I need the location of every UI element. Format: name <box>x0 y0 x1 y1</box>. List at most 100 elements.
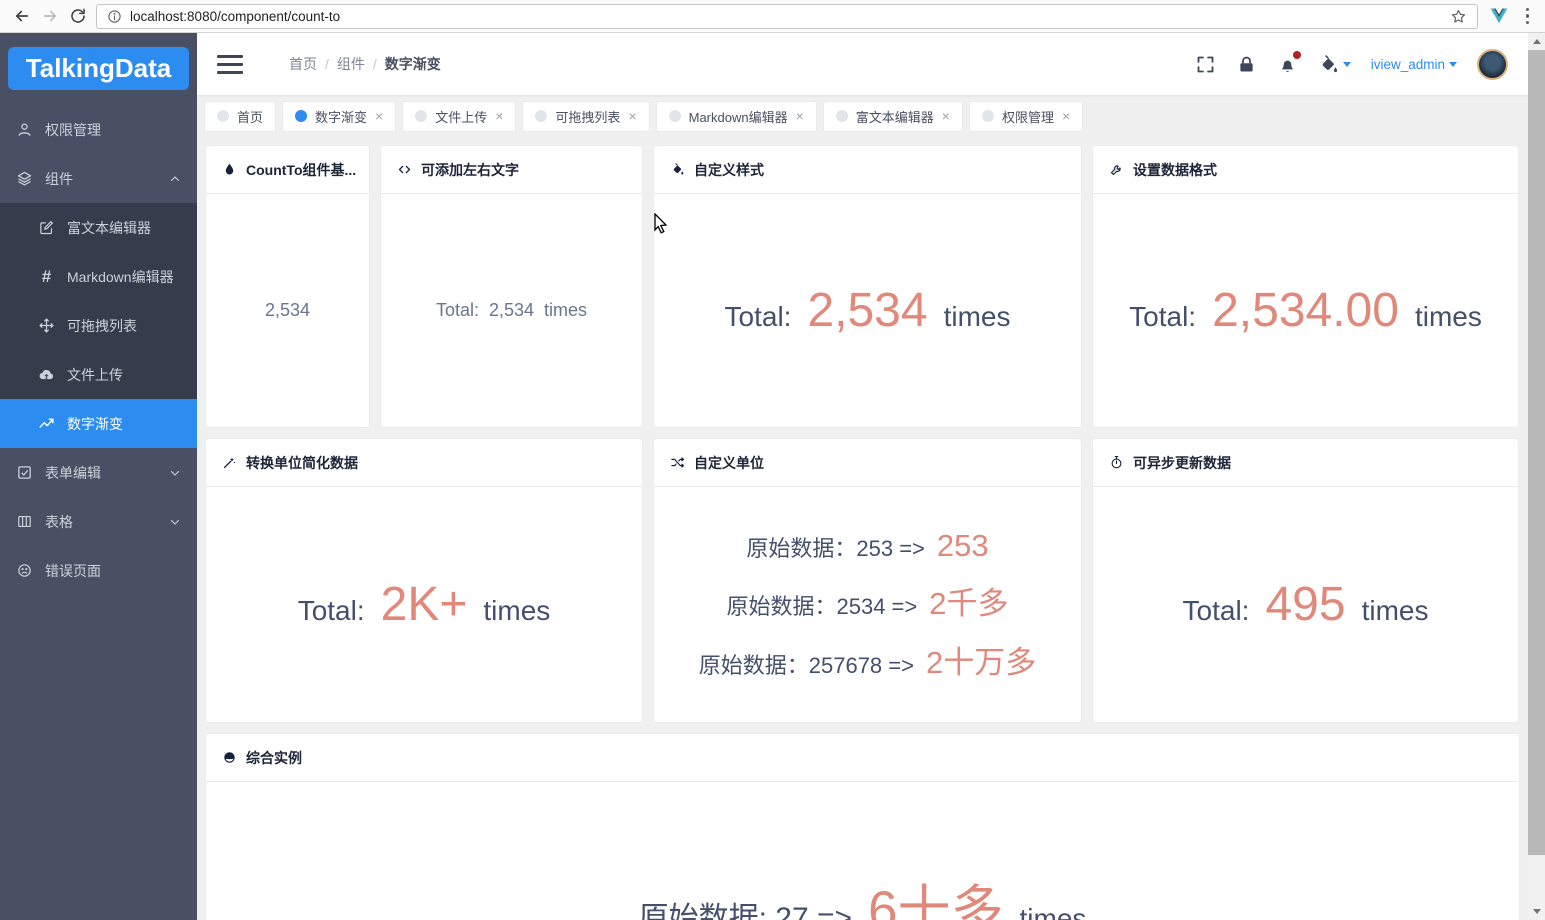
shuffle-icon <box>671 457 685 468</box>
card-custom-style: 自定义样式 Total: 2,534 times <box>653 145 1082 428</box>
close-icon[interactable]: × <box>1062 109 1070 123</box>
tag-home[interactable]: 首页 <box>204 100 277 132</box>
address-bar[interactable]: localhost:8080/component/count-to <box>96 3 1478 29</box>
count-suffix: times <box>544 300 588 320</box>
tag-markdown-editor[interactable]: Markdown编辑器 × <box>655 100 817 132</box>
move-icon <box>39 318 54 333</box>
tag-file-upload[interactable]: 文件上传 × <box>402 100 517 132</box>
refresh-button[interactable] <box>64 2 92 30</box>
card-header: 设置数据格式 <box>1093 146 1518 194</box>
count-value: 495 <box>1265 578 1346 631</box>
card-body: Total: 2,534 times <box>381 194 642 427</box>
bookmark-star-button[interactable] <box>1450 8 1467 25</box>
sidebar-item-label: 数字渐变 <box>67 415 123 432</box>
fullscreen-button[interactable] <box>1195 54 1216 75</box>
card-title: 设置数据格式 <box>1133 161 1217 178</box>
card-body: 原始数据：253 => 253 原始数据：2534 => 2千多 原始数据：25… <box>654 487 1081 722</box>
close-icon[interactable]: × <box>942 109 950 123</box>
lock-button[interactable] <box>1236 54 1257 75</box>
url-text[interactable]: localhost:8080/component/count-to <box>130 9 340 24</box>
scroll-up-button[interactable] <box>1528 33 1545 50</box>
page-scrollbar[interactable] <box>1528 33 1545 920</box>
count-prefix: Total: <box>724 301 792 332</box>
scrollbar-thumb[interactable] <box>1528 50 1545 855</box>
count-value: 2K+ <box>380 578 468 631</box>
close-icon[interactable]: × <box>628 109 636 123</box>
sidebar-item-label: 错误页面 <box>45 562 101 579</box>
count-prefix: Total: <box>435 300 479 320</box>
sidebar-item-table[interactable]: 表格 <box>0 497 197 546</box>
card-title: 可添加左右文字 <box>421 161 519 178</box>
app-logo[interactable]: TalkingData <box>8 47 189 90</box>
sad-face-icon <box>18 564 31 577</box>
count-value: 2,534 <box>807 284 928 337</box>
count-prefix: Total: <box>1129 301 1197 332</box>
unit-value: 253 <box>936 527 989 563</box>
caret-down-icon <box>1342 61 1351 67</box>
count-suffix: times <box>483 595 551 626</box>
tools-icon <box>1110 165 1121 176</box>
cloud-upload-icon <box>39 369 54 380</box>
breadcrumb: 首页 / 组件 / 数字渐变 <box>289 54 441 74</box>
theme-button[interactable] <box>1318 54 1351 75</box>
breadcrumb-separator: / <box>325 56 329 72</box>
card-header: 自定义单位 <box>654 439 1081 487</box>
sidebar-item-label: 表单编辑 <box>45 464 101 481</box>
avatar[interactable] <box>1477 48 1508 80</box>
card-header: 转换单位简化数据 <box>206 439 642 487</box>
fullscreen-icon <box>1197 56 1214 72</box>
planet-icon <box>224 752 235 763</box>
username: iview_admin <box>1370 56 1445 72</box>
browser-menu-button[interactable] <box>1524 6 1532 27</box>
back-button[interactable] <box>8 2 36 30</box>
count-prefix: Total: <box>1182 595 1250 626</box>
sidebar-item-count-to[interactable]: 数字渐变 <box>0 399 197 448</box>
magic-wand-icon <box>223 457 236 469</box>
sidebar-item-error-pages[interactable]: 错误页面 <box>0 546 197 595</box>
breadcrumb-home[interactable]: 首页 <box>289 54 317 74</box>
sidebar-item-permissions[interactable]: 权限管理 <box>0 105 197 154</box>
card-body: Total: 2K+ times <box>206 487 642 722</box>
refresh-icon <box>71 8 85 23</box>
vue-devtools-icon[interactable] <box>1488 6 1510 26</box>
close-icon[interactable]: × <box>375 109 383 123</box>
sidebar-item-draggable-list[interactable]: 可拖拽列表 <box>0 301 197 350</box>
sidebar-item-label: 表格 <box>45 513 73 530</box>
count-value: 2,534.00 <box>1212 284 1399 337</box>
notifications-button[interactable] <box>1277 50 1301 75</box>
card-body: Total: 495 times <box>1093 487 1518 722</box>
scroll-down-button[interactable] <box>1528 903 1545 920</box>
sidebar-item-components[interactable]: 组件 <box>0 154 197 203</box>
unit-value: 2十万多 <box>925 644 1037 680</box>
close-icon[interactable]: × <box>495 109 503 123</box>
tag-dot <box>981 110 994 122</box>
forward-button[interactable] <box>36 2 64 30</box>
user-menu[interactable]: iview_admin <box>1371 57 1457 72</box>
card-title: 自定义样式 <box>694 161 764 178</box>
card-custom-unit: 自定义单位 原始数据：253 => 253 原始数据：2534 => 2千多 原… <box>653 438 1082 723</box>
sidebar: TalkingData 权限管理 组件 富文本编辑器 # Markdown编辑器… <box>0 33 197 920</box>
sidebar-item-file-upload[interactable]: 文件上传 <box>0 350 197 399</box>
unit-label: 原始数据：253 => <box>746 535 925 561</box>
tag-rich-text-editor[interactable]: 富文本编辑器 × <box>822 100 963 132</box>
back-arrow-icon <box>15 10 29 22</box>
close-icon[interactable]: × <box>796 109 804 123</box>
chevron-down-icon <box>170 519 180 525</box>
sidebar-item-markdown-editor[interactable]: # Markdown编辑器 <box>0 252 197 301</box>
card-row-3: 综合实例 原始数据: 27 => 6十多 times <box>205 733 1520 920</box>
browser-chrome: localhost:8080/component/count-to <box>0 0 1545 33</box>
caret-down-icon <box>1449 61 1457 67</box>
breadcrumb-section[interactable]: 组件 <box>337 54 365 74</box>
sidebar-item-rich-text-editor[interactable]: 富文本编辑器 <box>0 203 197 252</box>
unit-row: 原始数据：253 => 253 <box>746 528 988 564</box>
tag-dot <box>835 110 848 122</box>
topbar: 首页 / 组件 / 数字渐变 iview_admin <box>197 33 1528 95</box>
page-info-icon[interactable] <box>107 9 122 24</box>
tag-draggable-list[interactable]: 可拖拽列表 × <box>522 100 650 132</box>
sidebar-item-form-edit[interactable]: 表单编辑 <box>0 448 197 497</box>
tag-count-to[interactable]: 数字渐变 × <box>282 100 397 132</box>
card-unit-simplify: 转换单位简化数据 Total: 2K+ times <box>205 438 643 723</box>
menu-toggle-button[interactable] <box>217 54 243 74</box>
card-countto-basic: CountTo组件基... 2,534 <box>205 145 370 428</box>
tag-permissions[interactable]: 权限管理 × <box>968 100 1084 132</box>
